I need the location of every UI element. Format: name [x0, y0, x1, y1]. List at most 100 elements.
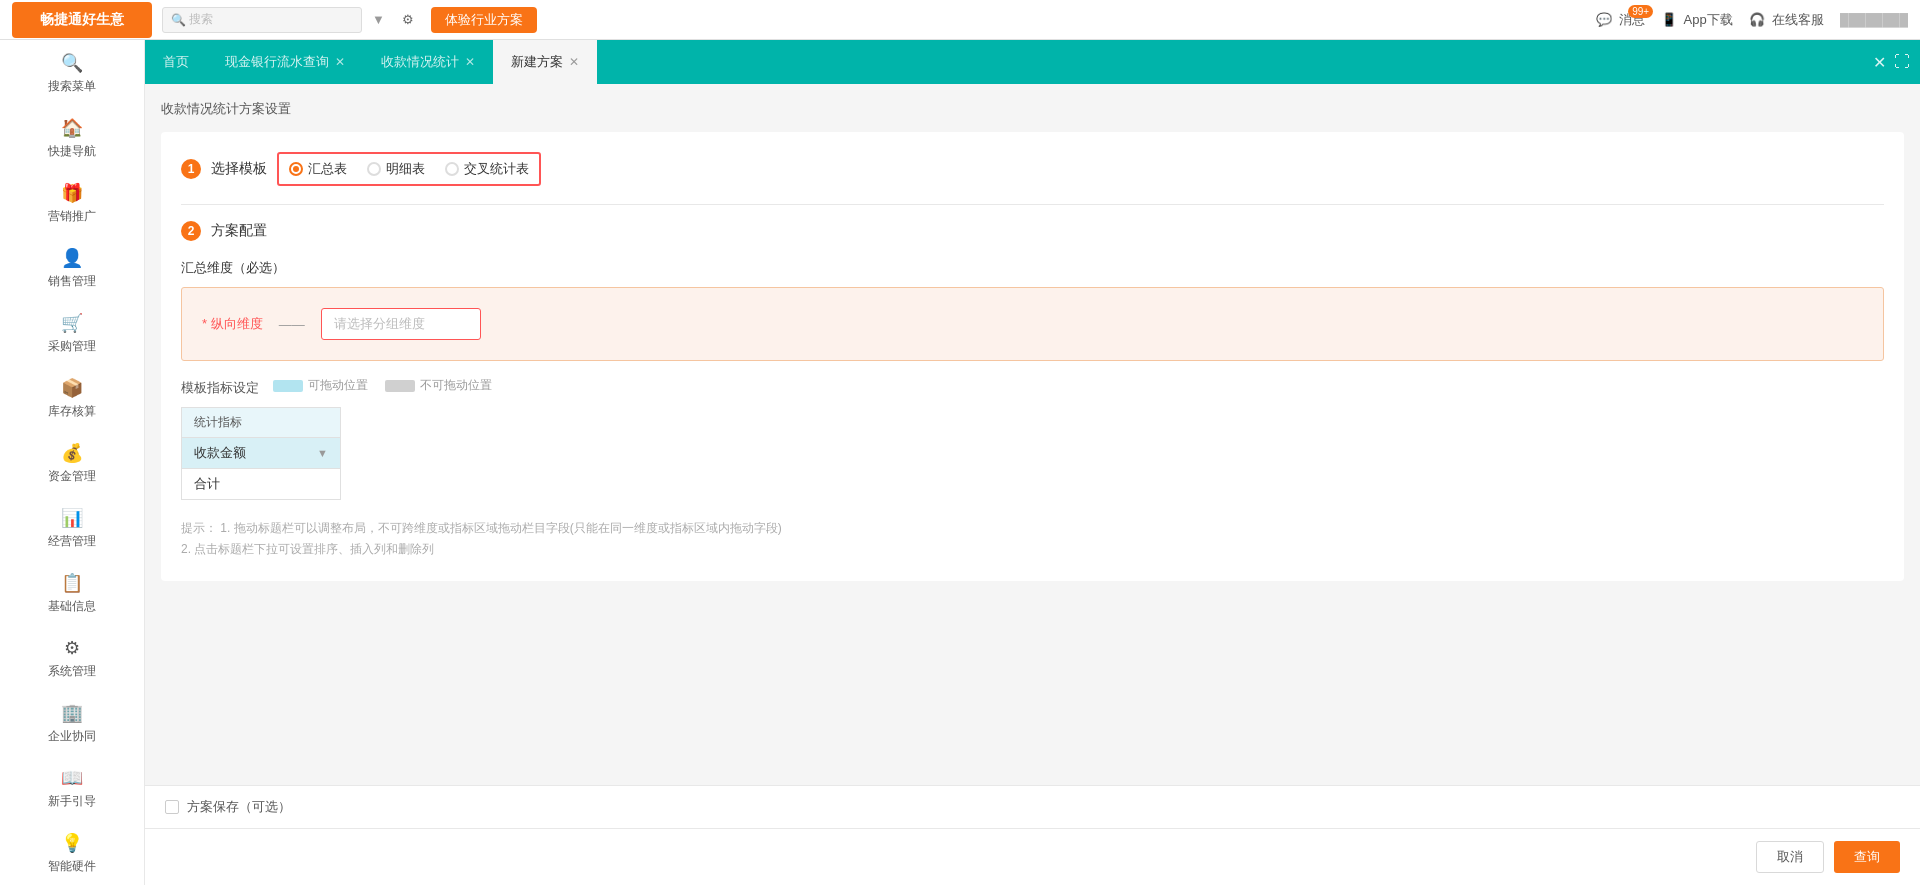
sidebar-item-inventory[interactable]: 📦 库存核算: [0, 365, 144, 430]
user-display: ████████: [1840, 13, 1908, 27]
sidebar-item-sales[interactable]: 👤 销售管理: [0, 235, 144, 300]
step2-badge: 2: [181, 221, 201, 241]
metric-total-row: 合计: [182, 468, 340, 499]
trial-btn[interactable]: 体验行业方案: [431, 7, 537, 33]
sales-icon: 👤: [61, 247, 83, 269]
sidebar-item-label: 资金管理: [48, 468, 96, 485]
tab-maximize-icon[interactable]: ⛶: [1894, 53, 1910, 71]
sidebar-item-label: 企业协同: [48, 728, 96, 745]
sidebar-item-label: 基础信息: [48, 598, 96, 615]
sidebar-item-enterprise-coop[interactable]: 🏢 企业协同: [0, 690, 144, 755]
total-label: 合计: [194, 476, 220, 491]
tab-bank-flow[interactable]: 现金银行流水查询 ✕: [207, 40, 363, 84]
marketing-icon: 🎁: [61, 182, 83, 204]
service-icon: 🎧: [1749, 12, 1765, 27]
new-plan-tab-label: 新建方案: [511, 53, 563, 71]
search-icon: 🔍: [171, 13, 186, 27]
sidebar-item-quick-nav[interactable]: 🏠 快捷导航: [0, 105, 144, 170]
sidebar-item-label: 搜索菜单: [48, 78, 96, 95]
radio-summary-label: 汇总表: [308, 160, 347, 178]
logo-text: 畅捷通好生意: [40, 11, 124, 29]
header: 畅捷通好生意 🔍 搜索 ▼ ⚙ 体验行业方案 💬 99+ 消息 📱 App下载 …: [0, 0, 1920, 40]
header-right: 💬 99+ 消息 📱 App下载 🎧 在线客服 ████████: [1596, 11, 1908, 29]
tab-bar-right: ✕ ⛶: [1873, 53, 1920, 72]
sidebar-item-label: 快捷导航: [48, 143, 96, 160]
summary-dim-section: 汇总维度（必选） * 纵向维度 —— 请选择分组维度: [181, 259, 1884, 361]
sidebar-item-label: 智能硬件: [48, 858, 96, 875]
radio-cross[interactable]: 交叉统计表: [445, 160, 529, 178]
messages-badge: 99+: [1628, 5, 1653, 18]
sidebar-item-smart-hw[interactable]: 💡 智能硬件: [0, 820, 144, 885]
operation-icon: 📊: [61, 507, 83, 529]
tip-2: 2. 点击标题栏下拉可设置排序、插入列和删除列: [181, 539, 1884, 561]
sidebar-item-label: 新手引导: [48, 793, 96, 810]
query-button[interactable]: 查询: [1834, 841, 1900, 873]
sidebar-item-operation[interactable]: 📊 经营管理: [0, 495, 144, 560]
step2-row: 2 方案配置: [181, 221, 1884, 241]
sidebar-item-marketing[interactable]: 🎁 营销推广: [0, 170, 144, 235]
basic-info-icon: 📋: [61, 572, 83, 594]
tab-new-plan[interactable]: 新建方案 ✕: [493, 40, 597, 84]
save-checkbox[interactable]: [165, 800, 179, 814]
tab-bar: 首页 现金银行流水查询 ✕ 收款情况统计 ✕ 新建方案 ✕ ✕ ⛶: [145, 40, 1920, 84]
sidebar-item-beginner[interactable]: 📖 新手引导: [0, 755, 144, 820]
header-dropdown-icon[interactable]: ▼: [372, 12, 385, 27]
tab-home[interactable]: 首页: [145, 40, 207, 84]
dim-title: 汇总维度（必选）: [181, 259, 1884, 277]
bottom-save-area: 方案保存（可选）: [145, 785, 1920, 828]
main-card: 1 选择模板 汇总表 明细表: [161, 132, 1904, 581]
dim-dropdown-placeholder: 请选择分组维度: [334, 316, 425, 331]
enterprise-coop-icon: 🏢: [61, 702, 83, 724]
chevron-down-icon[interactable]: ▼: [317, 447, 328, 459]
search-bar[interactable]: 🔍 搜索: [162, 7, 362, 33]
vertical-dim-label: * 纵向维度: [202, 315, 263, 333]
footer-actions: 取消 查询: [145, 828, 1920, 885]
dim-row: * 纵向维度 —— 请选择分组维度: [202, 308, 1863, 340]
cancel-button[interactable]: 取消: [1756, 841, 1824, 873]
app-download-btn[interactable]: 📱 App下载: [1661, 11, 1733, 29]
non-draggable-dot: [385, 380, 415, 392]
sidebar-item-purchase[interactable]: 🛒 采购管理: [0, 300, 144, 365]
settings-icon[interactable]: ⚙: [395, 7, 421, 33]
main-layout: 🔍 搜索菜单 🏠 快捷导航 🎁 营销推广 👤 销售管理 🛒 采购管理 📦 库存核…: [0, 40, 1920, 885]
radio-cross-label: 交叉统计表: [464, 160, 529, 178]
sidebar-item-finance[interactable]: 💰 资金管理: [0, 430, 144, 495]
sidebar-item-system[interactable]: ⚙ 系统管理: [0, 625, 144, 690]
sidebar-item-label: 采购管理: [48, 338, 96, 355]
sidebar-item-label: 销售管理: [48, 273, 96, 290]
breadcrumb: 收款情况统计方案设置: [161, 100, 1904, 118]
sidebar-item-label: 系统管理: [48, 663, 96, 680]
metric-table-area: 统计指标 收款金额 ▼ 合计: [181, 407, 341, 500]
dim-dropdown[interactable]: 请选择分组维度: [321, 308, 481, 340]
tip-1: 提示： 1. 拖动标题栏可以调整布局，不可跨维度或指标区域拖动栏目字段(只能在同…: [181, 518, 1884, 540]
radio-detail-circle: [367, 162, 381, 176]
new-plan-tab-close[interactable]: ✕: [569, 55, 579, 69]
sidebar-item-search-menu[interactable]: 🔍 搜索菜单: [0, 40, 144, 105]
radio-detail[interactable]: 明细表: [367, 160, 425, 178]
metric-column-row[interactable]: 收款金额 ▼: [182, 438, 340, 468]
step1-badge: 1: [181, 159, 201, 179]
draggable-legend: 可拖动位置 不可拖动位置: [273, 377, 492, 394]
collection-stats-tab-close[interactable]: ✕: [465, 55, 475, 69]
metric-section: 模板指标设定 可拖动位置 不可拖动位置 统计指标: [181, 377, 1884, 500]
inventory-icon: 📦: [61, 377, 83, 399]
template-selection-box: 汇总表 明细表 交叉统计表: [277, 152, 541, 186]
sidebar: 🔍 搜索菜单 🏠 快捷导航 🎁 营销推广 👤 销售管理 🛒 采购管理 📦 库存核…: [0, 40, 145, 885]
collection-stats-tab-label: 收款情况统计: [381, 53, 459, 71]
metric-col-label: 收款金额: [194, 444, 246, 462]
sidebar-item-basic-info[interactable]: 📋 基础信息: [0, 560, 144, 625]
radio-detail-label: 明细表: [386, 160, 425, 178]
tab-collection-stats[interactable]: 收款情况统计 ✕: [363, 40, 493, 84]
search-placeholder: 搜索: [189, 11, 213, 28]
radio-summary-circle: [289, 162, 303, 176]
online-service-btn[interactable]: 🎧 在线客服: [1749, 11, 1824, 29]
radio-summary[interactable]: 汇总表: [289, 160, 347, 178]
bank-flow-tab-close[interactable]: ✕: [335, 55, 345, 69]
home-tab-label: 首页: [163, 53, 189, 71]
tab-close-all-icon[interactable]: ✕: [1873, 53, 1886, 72]
orange-area: * 纵向维度 —— 请选择分组维度: [181, 287, 1884, 361]
messages-btn[interactable]: 💬 99+ 消息: [1596, 11, 1645, 29]
sidebar-item-label: 经营管理: [48, 533, 96, 550]
content-area: 首页 现金银行流水查询 ✕ 收款情况统计 ✕ 新建方案 ✕ ✕ ⛶ 收款情况统计…: [145, 40, 1920, 885]
logo: 畅捷通好生意: [12, 2, 152, 38]
